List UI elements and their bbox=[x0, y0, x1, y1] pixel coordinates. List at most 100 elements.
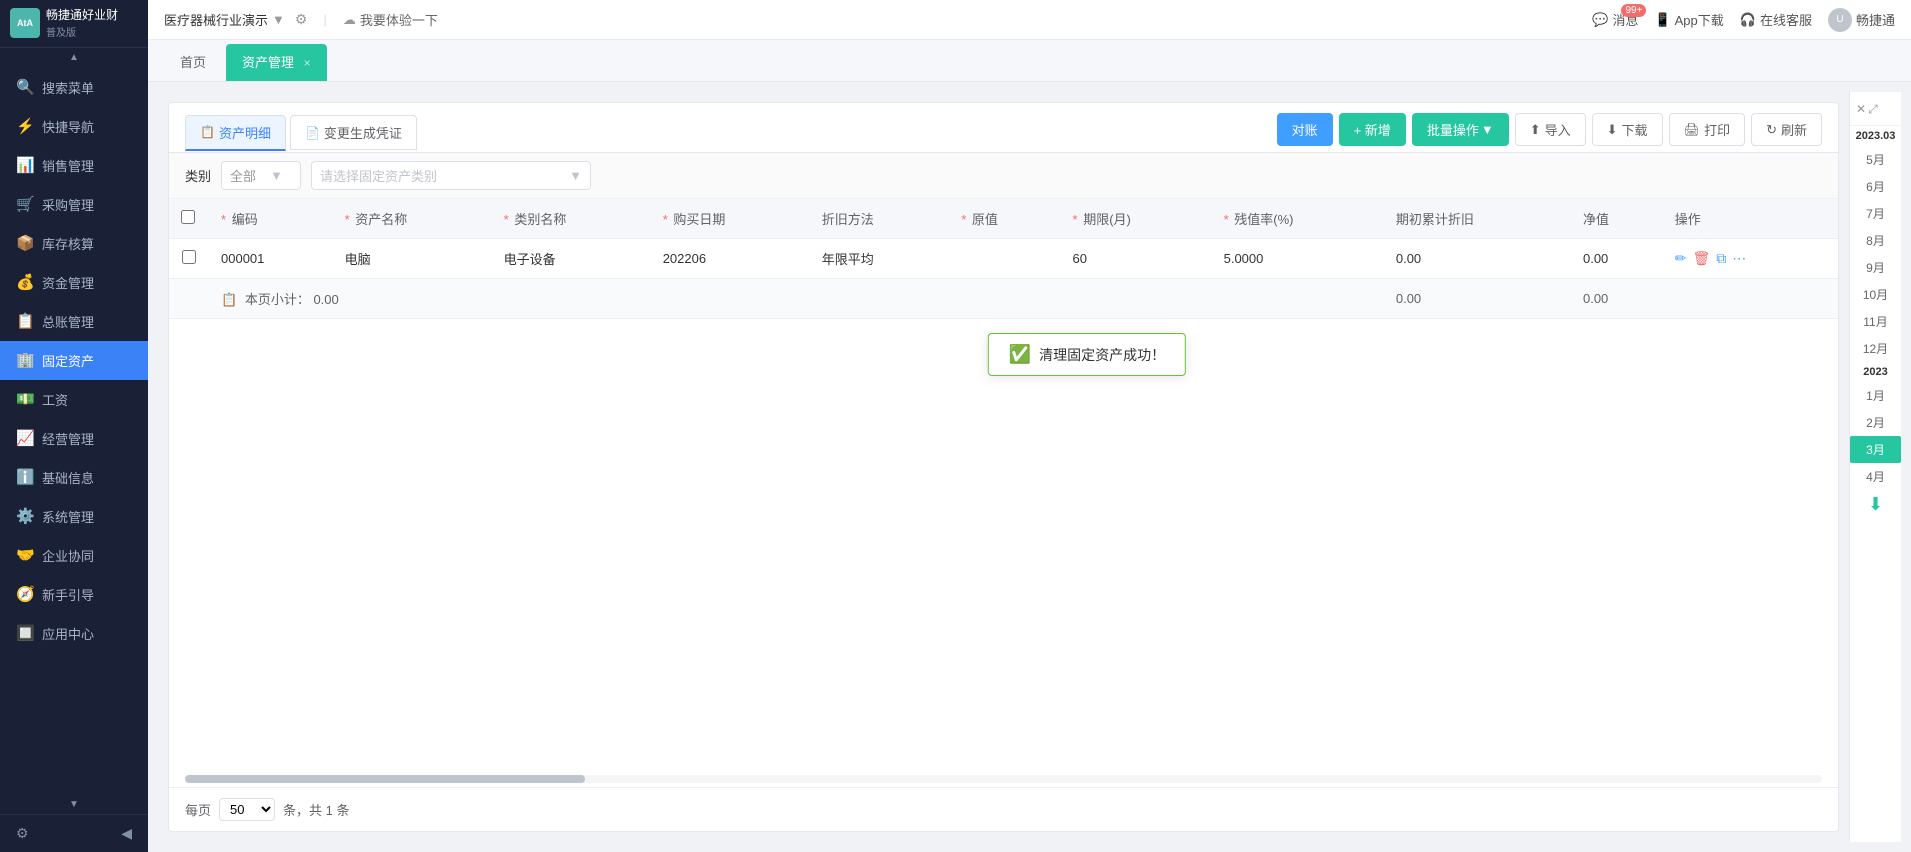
import-icon: ⬆ bbox=[1530, 122, 1541, 138]
panel-month-6[interactable]: 6月 bbox=[1850, 173, 1901, 200]
select-all-checkbox[interactable] bbox=[181, 210, 195, 224]
list-icon: 📋 bbox=[200, 125, 215, 139]
sidebar-scroll-up[interactable]: ▲ bbox=[69, 52, 79, 63]
info-icon: ℹ️ bbox=[16, 468, 34, 486]
sidebar-item-sales[interactable]: 📊 销售管理 bbox=[0, 146, 148, 185]
success-toast: ✅ 清理固定资产成功！ bbox=[988, 333, 1186, 376]
app-download-btn[interactable]: 📱 App下载 bbox=[1654, 10, 1723, 29]
sidebar-item-search[interactable]: 🔍 搜索菜单 bbox=[0, 68, 148, 107]
category-select[interactable]: 全部 ▼ bbox=[221, 161, 301, 190]
sidebar-item-fixed-assets[interactable]: 🏢 固定资产 bbox=[0, 341, 148, 380]
toast-check-icon: ✅ bbox=[1009, 344, 1031, 365]
sidebar-item-system[interactable]: ⚙️ 系统管理 bbox=[0, 497, 148, 536]
settings-bottom-icon[interactable]: ⚙ bbox=[16, 825, 29, 842]
scroll-thumb[interactable] bbox=[185, 775, 585, 783]
tab-home[interactable]: 首页 bbox=[164, 44, 222, 81]
reconcile-btn[interactable]: 对账 bbox=[1277, 113, 1333, 146]
download-btn[interactable]: ⬇ 下载 bbox=[1592, 113, 1663, 146]
sidebar-scroll-down[interactable]: ▼ bbox=[69, 799, 79, 810]
panel-close-icon[interactable]: ✕ bbox=[1856, 102, 1866, 117]
box-icon: 📦 bbox=[16, 234, 34, 252]
subtotal-original-value bbox=[949, 279, 1060, 319]
category-label: 类别 bbox=[185, 166, 211, 185]
panel-month-7[interactable]: 7月 bbox=[1850, 200, 1901, 227]
logo-icon: AtA bbox=[10, 8, 40, 38]
panel-expand-icon[interactable]: ⤢ bbox=[1868, 102, 1878, 117]
sidebar-item-inventory[interactable]: 📦 库存核算 bbox=[0, 224, 148, 263]
sidebar-item-finance[interactable]: 💰 资金管理 bbox=[0, 263, 148, 302]
sidebar-item-operations[interactable]: 📈 经营管理 bbox=[0, 419, 148, 458]
message-btn[interactable]: 💬 消息 99+ bbox=[1592, 10, 1638, 29]
edit-icon[interactable]: ✏ bbox=[1675, 250, 1687, 267]
copy-icon[interactable]: ⧉ bbox=[1716, 250, 1726, 267]
search-icon: 🔍 bbox=[16, 78, 34, 96]
settings-icon: ⚙️ bbox=[16, 507, 34, 525]
export-btn[interactable]: ⬆ 导入 bbox=[1515, 113, 1586, 146]
panel-header-icons: ✕ ⤢ bbox=[1856, 102, 1878, 117]
tab-assets[interactable]: 资产管理 × bbox=[226, 44, 327, 81]
company-selector[interactable]: 医疗器械行业演示 ▼ bbox=[164, 10, 285, 29]
subtotal-period bbox=[1061, 279, 1212, 319]
filter-bar: 类别 全部 ▼ 请选择固定资产类别 ▼ bbox=[169, 153, 1838, 199]
panel-month-8[interactable]: 8月 bbox=[1850, 227, 1901, 254]
horizontal-scrollbar[interactable] bbox=[185, 775, 1822, 783]
panel-months: 5月 6月 7月 8月 9月 10月 11月 12月 2023 1月 2月 3月… bbox=[1850, 146, 1901, 515]
panel-month-9[interactable]: 9月 bbox=[1850, 254, 1901, 281]
panel-month-10[interactable]: 10月 bbox=[1850, 281, 1901, 308]
settings-gear-icon[interactable]: ⚙ bbox=[295, 11, 308, 28]
header-period: * 期限(月) bbox=[1061, 199, 1212, 239]
row-checkbox[interactable] bbox=[182, 250, 196, 264]
sidebar-item-guide[interactable]: 🧭 新手引导 bbox=[0, 575, 148, 614]
panel-year-2023: 2023 bbox=[1863, 362, 1887, 382]
topbar-right: 💬 消息 99+ 📱 App下载 🎧 在线客服 U 畅捷通 bbox=[1592, 8, 1895, 32]
table-row: 000001 电脑 电子设备 202206 年限平均 60 5.0000 0.0… bbox=[169, 239, 1838, 279]
collapse-icon[interactable]: ◀ bbox=[121, 825, 132, 842]
per-page-select[interactable]: 50 100 200 bbox=[219, 798, 275, 821]
message-icon: 💬 bbox=[1592, 12, 1608, 28]
row-actions: ✏ 🗑 ⧉ ⋯ bbox=[1663, 239, 1838, 279]
subtab-asset-detail[interactable]: 📋 资产明细 bbox=[185, 115, 286, 151]
row-category: 电子设备 bbox=[492, 239, 651, 279]
header-original-value: * 原值 bbox=[949, 199, 1060, 239]
panel-month-3-current[interactable]: 3月 bbox=[1850, 436, 1901, 463]
experience-btn[interactable]: ☁ 我要体验一下 bbox=[343, 10, 438, 29]
new-btn[interactable]: + 新增 bbox=[1339, 113, 1406, 146]
service-btn[interactable]: 🎧 在线客服 bbox=[1740, 10, 1812, 29]
subtotal-net-value: 0.00 bbox=[1571, 279, 1663, 319]
more-icon[interactable]: ⋯ bbox=[1732, 250, 1746, 267]
sidebar-item-payroll[interactable]: 💵 工资 bbox=[0, 380, 148, 419]
panel-month-11[interactable]: 11月 bbox=[1850, 308, 1901, 335]
sidebar-item-apps[interactable]: 🔲 应用中心 bbox=[0, 614, 148, 653]
row-name: 电脑 bbox=[333, 239, 492, 279]
panel-month-2[interactable]: 2月 bbox=[1850, 409, 1901, 436]
sidebar-item-basic-info[interactable]: ℹ️ 基础信息 bbox=[0, 458, 148, 497]
sidebar-item-quicknav[interactable]: ⚡ 快捷导航 bbox=[0, 107, 148, 146]
panel-year-label: 2023.03 bbox=[1856, 126, 1896, 146]
sidebar-item-ledger[interactable]: 📋 总账管理 bbox=[0, 302, 148, 341]
delete-icon[interactable]: 🗑 bbox=[1692, 250, 1710, 267]
panel-month-4[interactable]: 4月 bbox=[1850, 463, 1901, 490]
payroll-icon: 💵 bbox=[16, 390, 34, 408]
sidebar-item-collaboration[interactable]: 🤝 企业协同 bbox=[0, 536, 148, 575]
print-icon: 🖨 bbox=[1684, 122, 1701, 138]
sidebar-bottom: ⚙ ◀ bbox=[0, 814, 148, 852]
panel-down-arrow[interactable]: ⬇ bbox=[1868, 494, 1883, 515]
tab-close-icon[interactable]: × bbox=[304, 56, 311, 70]
asset-category-filter[interactable]: 请选择固定资产类别 ▼ bbox=[311, 161, 591, 190]
subtab-change-voucher[interactable]: 📄 变更生成凭证 bbox=[290, 115, 417, 150]
batch-btn[interactable]: 批量操作 ▼ bbox=[1412, 113, 1509, 146]
download-icon: ⬇ bbox=[1607, 122, 1618, 138]
print-btn[interactable]: 🖨 打印 bbox=[1669, 113, 1746, 146]
topbar-divider: | bbox=[323, 12, 326, 27]
row-initial-accumulated: 0.00 bbox=[1384, 239, 1571, 279]
cloud-icon: ☁ bbox=[343, 12, 356, 28]
panel-month-5[interactable]: 5月 bbox=[1850, 146, 1901, 173]
row-residual-rate: 5.0000 bbox=[1212, 239, 1384, 279]
user-menu[interactable]: U 畅捷通 bbox=[1828, 8, 1895, 32]
sidebar-item-purchase[interactable]: 🛒 采购管理 bbox=[0, 185, 148, 224]
panel-month-1[interactable]: 1月 bbox=[1850, 382, 1901, 409]
subtotal-initial-accumulated: 0.00 bbox=[1384, 279, 1571, 319]
refresh-btn[interactable]: ↻ 刷新 bbox=[1751, 113, 1822, 146]
header-category: * 类别名称 bbox=[492, 199, 651, 239]
panel-month-12[interactable]: 12月 bbox=[1850, 335, 1901, 362]
